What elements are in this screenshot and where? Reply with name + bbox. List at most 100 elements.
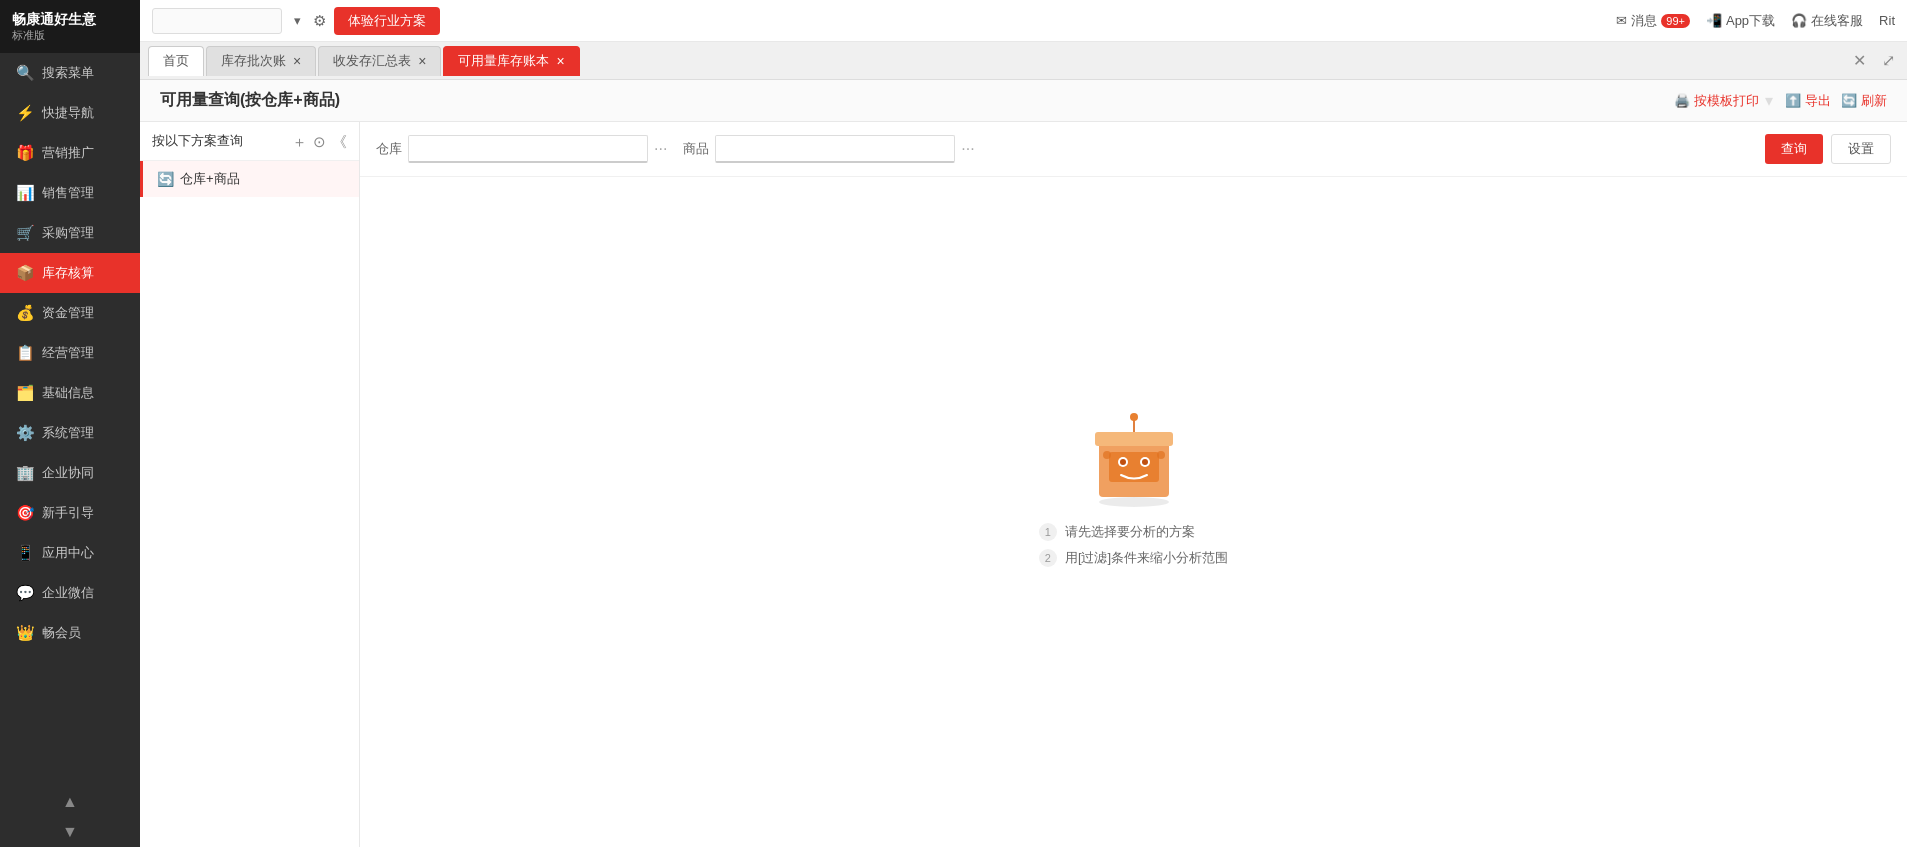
svg-point-7 (1142, 459, 1148, 465)
sidebar-item-basic[interactable]: 🗂️ 基础信息 (0, 373, 140, 413)
tab-home[interactable]: 首页 (148, 46, 204, 76)
empty-state: 1 请先选择要分析的方案 2 用[过滤]条件来缩小分析范围 (360, 177, 1907, 847)
topbar-right: ✉ 消息 99+ 📲 App下载 🎧 在线客服 Rit (1616, 12, 1895, 30)
tab-available-close[interactable]: × (556, 54, 564, 68)
sidebar-scroll-down[interactable]: ▼ (0, 817, 140, 847)
sidebar-label-newbie: 新手引导 (42, 504, 94, 522)
tab-batch-label: 库存批次账 (221, 52, 286, 70)
sidebar-item-newbie[interactable]: 🎯 新手引导 (0, 493, 140, 533)
scheme-icon: 🔄 (157, 171, 174, 187)
sidebar-item-wechat[interactable]: 💬 企业微信 (0, 573, 140, 613)
topbar-gear-btn[interactable]: ⚙ (313, 12, 326, 30)
sidebar-item-purchase[interactable]: 🛒 采购管理 (0, 213, 140, 253)
export-btn[interactable]: ⬆️ 导出 (1785, 92, 1831, 110)
sidebar-item-system[interactable]: ⚙️ 系统管理 (0, 413, 140, 453)
svg-point-0 (1099, 497, 1169, 507)
sidebar-label-app-center: 应用中心 (42, 544, 94, 562)
basic-icon: 🗂️ (16, 384, 34, 402)
tabs-close-btn[interactable]: ✕ (1849, 49, 1870, 72)
sidebar-item-operation[interactable]: 📋 经营管理 (0, 333, 140, 373)
filter-warehouse-group: 仓库 ··· (376, 135, 667, 163)
collapse-panel-btn[interactable]: 《 (332, 134, 347, 149)
sidebar-label-vip: 畅会员 (42, 624, 81, 642)
right-panel: 仓库 ··· 商品 ··· 查询 设置 (360, 122, 1907, 847)
warehouse-filter-label: 仓库 (376, 140, 402, 158)
tab-batch-close[interactable]: × (293, 54, 301, 68)
topbar-search-input[interactable] (152, 8, 282, 34)
main-content: ▾ ⚙ 体验行业方案 ✉ 消息 99+ 📲 App下载 🎧 在线客服 Rit 首… (140, 0, 1907, 847)
sidebar-item-inventory[interactable]: 📦 库存核算 (0, 253, 140, 293)
sidebar-header: 畅康通好生意 标准版 (0, 0, 140, 53)
warehouse-more-btn[interactable]: ··· (654, 140, 667, 158)
refresh-btn[interactable]: 🔄 刷新 (1841, 92, 1887, 110)
sidebar-item-vip[interactable]: 👑 畅会员 (0, 613, 140, 653)
manage-scheme-btn[interactable]: ⊙ (313, 134, 326, 149)
empty-illustration (1079, 397, 1189, 507)
app-download-label: App下载 (1726, 12, 1775, 30)
scheme-label: 仓库+商品 (180, 170, 240, 188)
topbar: ▾ ⚙ 体验行业方案 ✉ 消息 99+ 📲 App下载 🎧 在线客服 Rit (140, 0, 1907, 42)
tab-available-label: 可用量库存账本 (458, 52, 549, 70)
sidebar-item-enterprise[interactable]: 🏢 企业协同 (0, 453, 140, 493)
sidebar-item-search[interactable]: 🔍 搜索菜单 (0, 53, 140, 93)
filter-bar: 仓库 ··· 商品 ··· 查询 设置 (360, 122, 1907, 177)
svg-point-11 (1157, 451, 1165, 459)
finance-icon: 💰 (16, 304, 34, 322)
query-panel: 按以下方案查询 ＋ ⊙ 《 🔄 仓库+商品 (140, 122, 360, 847)
filter-actions: 查询 设置 (1765, 134, 1891, 164)
vip-icon: 👑 (16, 624, 34, 642)
sidebar-item-finance[interactable]: 💰 资金管理 (0, 293, 140, 333)
warehouse-filter-input[interactable] (408, 135, 648, 163)
tab-collect-summary[interactable]: 收发存汇总表 × (318, 46, 441, 76)
message-btn[interactable]: ✉ 消息 99+ (1616, 12, 1690, 30)
query-panel-header: 按以下方案查询 ＋ ⊙ 《 (140, 122, 359, 161)
page-actions: 🖨️ 按模板打印 ▾ ⬆️ 导出 🔄 刷新 (1674, 91, 1887, 110)
sidebar-label-finance: 资金管理 (42, 304, 94, 322)
svg-point-10 (1103, 451, 1111, 459)
settings-button[interactable]: 设置 (1831, 134, 1891, 164)
message-badge: 99+ (1661, 14, 1690, 28)
sidebar-label-quick-nav: 快捷导航 (42, 104, 94, 122)
empty-tip-1-text: 请先选择要分析的方案 (1065, 523, 1195, 541)
marketing-icon: 🎁 (16, 144, 34, 162)
sidebar-label-operation: 经营管理 (42, 344, 94, 362)
topbar-dropdown-btn[interactable]: ▾ (290, 11, 305, 30)
scheme-item-warehouse-product[interactable]: 🔄 仓库+商品 (140, 161, 359, 197)
product-more-btn[interactable]: ··· (961, 140, 974, 158)
tab-collect-close[interactable]: × (418, 54, 426, 68)
svg-point-9 (1130, 413, 1138, 421)
print-dropdown-sep: ▾ (1765, 91, 1773, 110)
username[interactable]: Rit (1879, 13, 1895, 28)
sidebar-scroll: 🔍 搜索菜单 ⚡ 快捷导航 🎁 营销推广 📊 销售管理 🛒 采购管理 📦 库存核… (0, 53, 140, 787)
tabs-expand-btn[interactable]: ⤢ (1878, 49, 1899, 72)
trial-btn[interactable]: 体验行业方案 (334, 7, 440, 35)
sidebar-item-quick-nav[interactable]: ⚡ 快捷导航 (0, 93, 140, 133)
sidebar-item-marketing[interactable]: 🎁 营销推广 (0, 133, 140, 173)
sidebar-label-search: 搜索菜单 (42, 64, 94, 82)
sidebar-item-app-center[interactable]: 📱 应用中心 (0, 533, 140, 573)
app-download-btn[interactable]: 📲 App下载 (1706, 12, 1775, 30)
svg-point-6 (1120, 459, 1126, 465)
sidebar-label-marketing: 营销推广 (42, 144, 94, 162)
message-icon: ✉ (1616, 13, 1627, 28)
newbie-icon: 🎯 (16, 504, 34, 522)
print-btn[interactable]: 🖨️ 按模板打印 ▾ (1674, 91, 1775, 110)
query-button[interactable]: 查询 (1765, 134, 1823, 164)
empty-svg-illustration (1079, 397, 1189, 507)
add-scheme-btn[interactable]: ＋ (292, 134, 307, 149)
brand-name: 畅康通好生意 (12, 10, 128, 28)
quick-nav-icon: ⚡ (16, 104, 34, 122)
sidebar-label-purchase: 采购管理 (42, 224, 94, 242)
sidebar-label-wechat: 企业微信 (42, 584, 94, 602)
page-header: 可用量查询(按仓库+商品) 🖨️ 按模板打印 ▾ ⬆️ 导出 🔄 刷新 (140, 80, 1907, 122)
sidebar-label-system: 系统管理 (42, 424, 94, 442)
tab-batch-account[interactable]: 库存批次账 × (206, 46, 316, 76)
tab-available-ledger[interactable]: 可用量库存账本 × (443, 46, 579, 76)
sidebar-scroll-up[interactable]: ▲ (0, 787, 140, 817)
wechat-icon: 💬 (16, 584, 34, 602)
product-filter-input[interactable] (715, 135, 955, 163)
online-service-btn[interactable]: 🎧 在线客服 (1791, 12, 1863, 30)
sidebar-item-sales[interactable]: 📊 销售管理 (0, 173, 140, 213)
app-center-icon: 📱 (16, 544, 34, 562)
sidebar: 畅康通好生意 标准版 🔍 搜索菜单 ⚡ 快捷导航 🎁 营销推广 📊 销售管理 🛒… (0, 0, 140, 847)
